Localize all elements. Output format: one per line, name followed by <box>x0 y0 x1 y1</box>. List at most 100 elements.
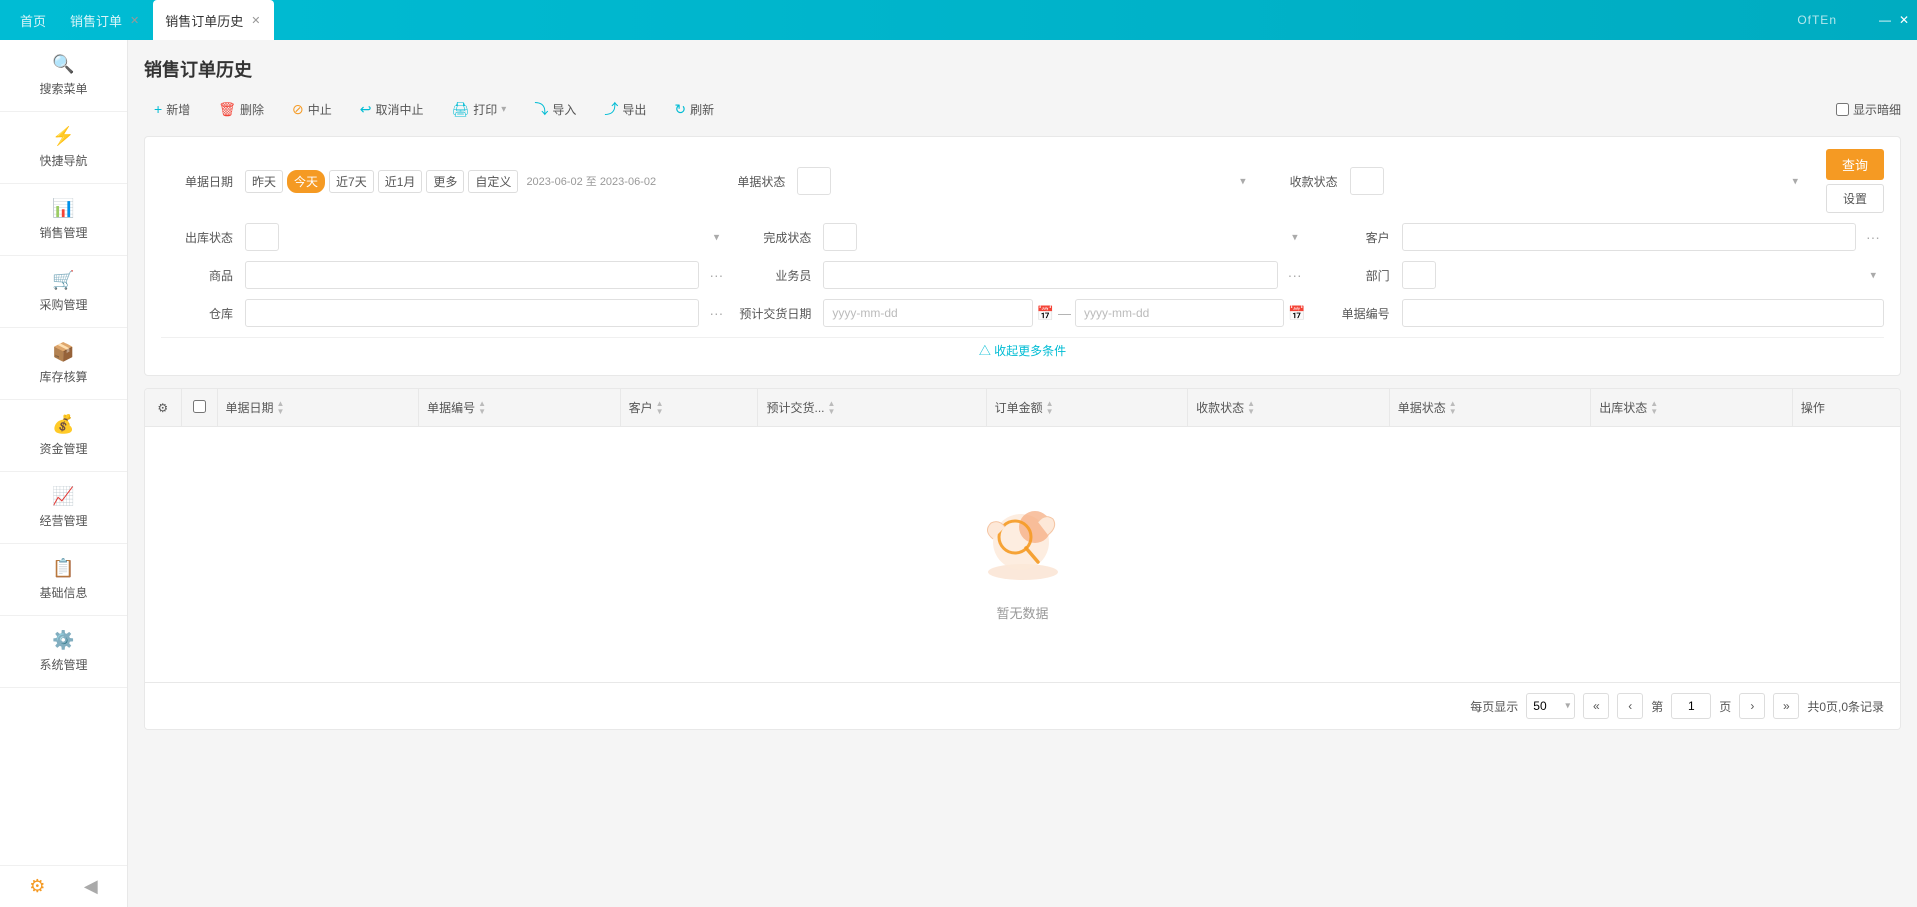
purchase-mgmt-icon: 🛒 <box>52 270 74 291</box>
query-button[interactable]: 查询 <box>1826 149 1884 180</box>
import-button[interactable]: ⤵ 导入 <box>524 94 586 124</box>
print-icon: 🖨 <box>452 101 470 118</box>
bill-number-input[interactable] <box>1402 299 1884 327</box>
outbound-status-select[interactable] <box>245 223 279 251</box>
sidebar-item-inventory[interactable]: 📦 库存核算 <box>0 328 127 400</box>
first-page-button[interactable]: « <box>1583 693 1609 719</box>
date-btn-1month[interactable]: 近1月 <box>378 170 423 193</box>
expected-delivery-start[interactable] <box>823 299 1032 327</box>
tab-sales-order-history[interactable]: 销售订单历史 ✕ <box>153 0 274 40</box>
warehouse-ellipsis[interactable]: ··· <box>705 305 727 321</box>
date-btn-custom[interactable]: 自定义 <box>468 170 518 193</box>
tab-sales-order-history-close[interactable]: ✕ <box>249 12 262 29</box>
sidebar-item-basic-info[interactable]: 📋 基础信息 <box>0 544 127 616</box>
delete-button[interactable]: 🗑 删除 <box>208 96 274 123</box>
goods-field: ··· <box>245 261 727 289</box>
page-size-select[interactable]: 20 50 100 200 <box>1526 693 1575 719</box>
main-layout: 🔍 搜索菜单 ⚡ 快捷导航 📊 销售管理 🛒 采购管理 📦 库存核算 💰 资金管… <box>0 40 1917 907</box>
th-settings[interactable]: ⚙ <box>145 389 181 427</box>
sidebar-item-sales-mgmt[interactable]: 📊 销售管理 <box>0 184 127 256</box>
prev-page-button[interactable]: ‹ <box>1617 693 1643 719</box>
select-all-checkbox[interactable] <box>193 400 206 413</box>
table-container: ⚙ 单据日期 ▲▼ 单据编号 <box>144 388 1901 730</box>
settings-button[interactable]: 设置 <box>1826 184 1884 213</box>
close-btn[interactable]: ✕ <box>1899 13 1909 27</box>
minimize-btn[interactable]: — <box>1879 13 1891 27</box>
th-checkbox[interactable] <box>181 389 217 427</box>
goods-input[interactable] <box>245 261 699 289</box>
salesperson-input[interactable] <box>823 261 1277 289</box>
th-bill-status[interactable]: 单据状态 ▲▼ <box>1389 389 1591 427</box>
sort-icons-customer: ▲▼ <box>656 400 664 416</box>
sidebar-item-quick-nav[interactable]: ⚡ 快捷导航 <box>0 112 127 184</box>
sidebar: 🔍 搜索菜单 ⚡ 快捷导航 📊 销售管理 🛒 采购管理 📦 库存核算 💰 资金管… <box>0 40 128 907</box>
sidebar-item-finance[interactable]: 💰 资金管理 <box>0 400 127 472</box>
date-btn-today[interactable]: 今天 <box>287 170 325 193</box>
date-btn-yesterday[interactable]: 昨天 <box>245 170 283 193</box>
department-label: 部门 <box>1318 267 1390 284</box>
search-menu-icon: 🔍 <box>52 54 74 75</box>
th-bill-number[interactable]: 单据编号 ▲▼ <box>419 389 621 427</box>
th-receipt-status[interactable]: 收款状态 ▲▼ <box>1188 389 1390 427</box>
sidebar-item-quick-nav-label: 快捷导航 <box>39 152 87 169</box>
cancel-stop-icon: ↩ <box>360 101 372 118</box>
date-btn-7days[interactable]: 近7天 <box>329 170 374 193</box>
expected-delivery-end[interactable] <box>1075 299 1284 327</box>
sort-icons-bill-date: ▲▼ <box>277 400 285 416</box>
sidebar-item-operations[interactable]: 📈 经营管理 <box>0 472 127 544</box>
table-body: 暂无数据 <box>145 427 1900 683</box>
sidebar-item-inventory-label: 库存核算 <box>39 368 87 385</box>
next-page-button[interactable]: › <box>1739 693 1765 719</box>
customer-ellipsis[interactable]: ··· <box>1862 229 1884 245</box>
customer-input[interactable] <box>1402 223 1856 251</box>
tab-sales-order-close[interactable]: ✕ <box>128 12 141 29</box>
refresh-button[interactable]: ↻ 刷新 <box>664 96 724 123</box>
complete-status-select[interactable] <box>823 223 857 251</box>
page-input[interactable] <box>1671 693 1711 719</box>
calendar-end-icon[interactable]: 📅 <box>1288 305 1305 322</box>
filter-row-1: 单据日期 昨天 今天 近7天 近1月 更多 自定义 2023-06-02 至 2… <box>161 149 1884 213</box>
sidebar-item-sales-mgmt-label: 销售管理 <box>39 224 87 241</box>
print-button[interactable]: 🖨 打印 ▾ <box>442 96 517 123</box>
stop-button[interactable]: ⊘ 中止 <box>282 96 342 123</box>
sidebar-settings-icon[interactable]: ⚙ <box>29 876 45 897</box>
sidebar-item-search-menu[interactable]: 🔍 搜索菜单 <box>0 40 127 112</box>
new-button[interactable]: + 新增 <box>144 96 200 123</box>
th-outbound-status[interactable]: 出库状态 ▲▼ <box>1591 389 1793 427</box>
bill-number-field <box>1402 299 1884 327</box>
warehouse-input[interactable] <box>245 299 699 327</box>
th-expected-delivery[interactable]: 预计交货... ▲▼ <box>758 389 986 427</box>
th-bill-date[interactable]: 单据日期 ▲▼ <box>217 389 419 427</box>
department-select[interactable] <box>1402 261 1436 289</box>
collapse-toggle[interactable]: △ 收起更多条件 <box>161 337 1884 363</box>
goods-ellipsis[interactable]: ··· <box>705 267 727 283</box>
page-size-wrapper: 20 50 100 200 <box>1526 693 1575 719</box>
settings-gear-icon[interactable]: ⚙ <box>157 401 168 415</box>
cancel-stop-button[interactable]: ↩ 取消中止 <box>350 96 434 123</box>
system-icon: ⚙️ <box>52 630 74 651</box>
sidebar-item-operations-label: 经营管理 <box>39 512 87 529</box>
th-customer[interactable]: 客户 ▲▼ <box>620 389 758 427</box>
calendar-start-icon[interactable]: 📅 <box>1037 305 1054 322</box>
sidebar-collapse-icon[interactable]: ◀ <box>84 876 98 897</box>
date-btn-more[interactable]: 更多 <box>426 170 464 193</box>
tab-home[interactable]: 首页 <box>8 0 58 40</box>
tab-sales-order[interactable]: 销售订单 ✕ <box>58 0 153 40</box>
sort-icons-expected-delivery: ▲▼ <box>828 400 836 416</box>
display-columns-toggle[interactable]: 显示暗细 <box>1836 101 1901 118</box>
th-order-amount[interactable]: 订单金额 ▲▼ <box>986 389 1188 427</box>
display-columns-label: 显示暗细 <box>1853 101 1901 118</box>
operations-icon: 📈 <box>52 486 74 507</box>
sidebar-item-purchase-mgmt[interactable]: 🛒 采购管理 <box>0 256 127 328</box>
bill-status-select[interactable] <box>797 167 831 195</box>
import-icon: ⤵ <box>534 99 548 119</box>
display-columns-checkbox[interactable] <box>1836 103 1849 116</box>
filter-panel: 单据日期 昨天 今天 近7天 近1月 更多 自定义 2023-06-02 至 2… <box>144 136 1901 376</box>
sidebar-item-system[interactable]: ⚙️ 系统管理 <box>0 616 127 688</box>
export-button[interactable]: ⤴ 导出 <box>594 94 656 124</box>
receipt-status-select[interactable] <box>1350 167 1384 195</box>
goods-label: 商品 <box>161 267 233 284</box>
salesperson-ellipsis[interactable]: ··· <box>1284 267 1306 283</box>
last-page-button[interactable]: » <box>1773 693 1799 719</box>
quick-nav-icon: ⚡ <box>52 126 74 147</box>
